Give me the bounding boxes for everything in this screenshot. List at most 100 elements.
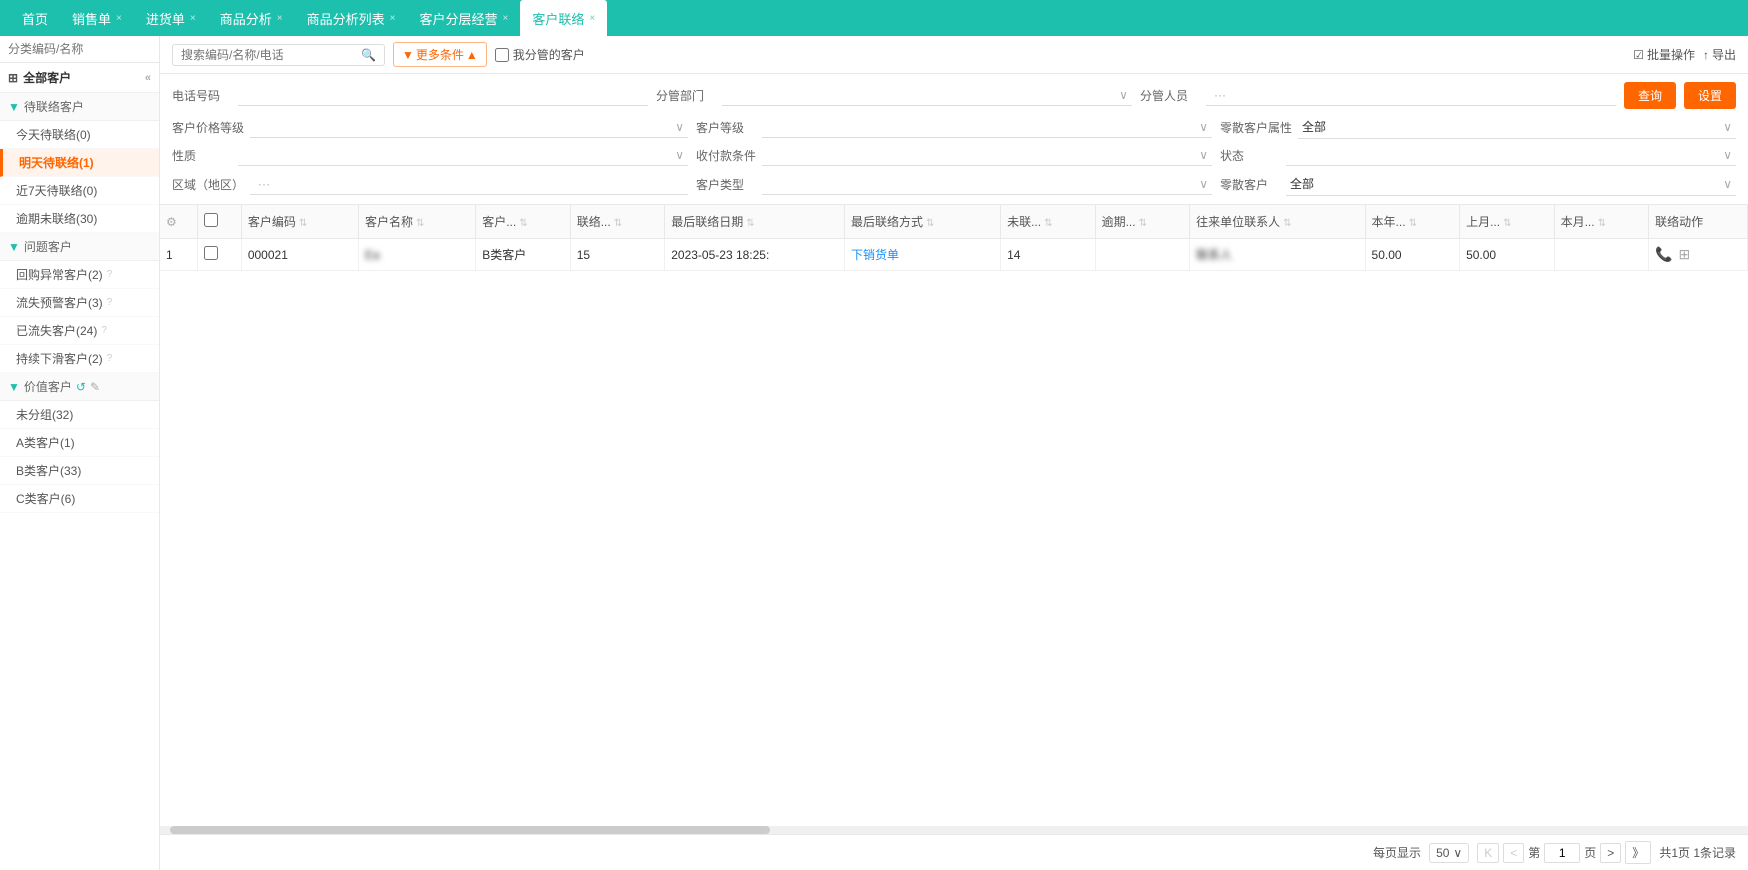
col-this-month[interactable]: 本月...⇅ [1554,205,1649,239]
retail-customer-select[interactable]: 全部 ∨ [1286,172,1736,196]
reset-button[interactable]: 设置 [1684,82,1736,109]
nav-purchase[interactable]: 进货单 × [134,0,208,36]
item-label: 未分组(32) [16,406,73,423]
help-icon[interactable]: ? [107,269,113,280]
more-icon[interactable]: ··· [1214,88,1226,102]
retail-customer-value: 全部 [1290,175,1314,192]
my-customers-input[interactable] [495,48,509,62]
col-contacts[interactable]: 联络...⇅ [570,205,665,239]
col-no-contact[interactable]: 未联...⇅ [1001,205,1096,239]
export-icon: ↑ [1703,48,1709,62]
group-problem-customers[interactable]: ▼ 问题客户 [0,233,159,261]
help-icon[interactable]: ? [107,297,113,308]
gender-select[interactable]: ∨ [238,145,688,166]
price-level-select[interactable]: ∨ [250,117,688,138]
sidebar-item-7days-contact[interactable]: 近7天待联络(0) [0,177,159,205]
sidebar-item-churned[interactable]: 已流失客户(24) ? [0,317,159,345]
col-code[interactable]: 客户编码⇅ [241,205,358,239]
collapse-icon[interactable]: « [145,72,151,84]
col-type[interactable]: 客户...⇅ [476,205,571,239]
page-size-select[interactable]: 50 ∨ [1429,843,1469,863]
help-icon[interactable]: ? [107,353,113,364]
area-select[interactable]: ··· [250,174,688,195]
close-icon[interactable]: × [277,13,283,24]
col-this-year[interactable]: 本年...⇅ [1365,205,1460,239]
phone-action-icon[interactable]: 📞 [1655,246,1672,263]
col-last-contact-method[interactable]: 最后联络方式⇅ [845,205,1001,239]
search-icon[interactable]: 🔍 [361,48,376,62]
more-icon[interactable]: ··· [258,177,270,191]
gear-icon[interactable]: ⚙ [166,215,177,229]
unit-contact-blurred: 联系人 [1196,248,1232,262]
prev-page-btn[interactable]: < [1503,843,1524,863]
sidebar-item-class-a[interactable]: A类客户(1) [0,429,159,457]
col-overdue[interactable]: 逾期...⇅ [1095,205,1190,239]
refresh-icon[interactable]: ↺ [76,380,86,394]
col-last-contact-date[interactable]: 最后联络日期⇅ [665,205,845,239]
group-value-customers[interactable]: ▼ 价值客户 ↺ ✎ [0,373,159,401]
sidebar-search-input[interactable] [8,42,160,56]
toggle-icon: ▼ [8,240,20,254]
sidebar-item-class-c[interactable]: C类客户(6) [0,485,159,513]
my-customers-checkbox[interactable]: 我分管的客户 [495,46,585,63]
next-page-btn[interactable]: > [1600,843,1621,863]
customer-name-blurred: Ea [365,248,380,262]
nav-home[interactable]: 首页 [10,0,60,36]
col-last-month[interactable]: 上月...⇅ [1460,205,1555,239]
help-icon[interactable]: ? [101,325,107,336]
sidebar-all-customers[interactable]: ⊞ 全部客户 « [0,63,159,93]
batch-op-btn[interactable]: ☑ 批量操作 [1633,46,1695,63]
sidebar-item-class-b[interactable]: B类客户(33) [0,457,159,485]
more-action-icon[interactable]: ⊞ [1679,246,1691,263]
nav-product-analysis[interactable]: 商品分析 × [208,0,295,36]
item-label: 近7天待联络(0) [16,182,97,199]
more-conditions-btn[interactable]: ▼ 更多条件 ▲ [393,42,487,67]
group-label: 问题客户 [24,238,72,255]
customer-level-select[interactable]: ∨ [762,117,1212,138]
table-footer: 每页显示 50 ∨ K < 第 页 > 》 共1页 1条记录 [160,834,1748,870]
sidebar-item-churn-warning[interactable]: 流失预警客户(3) ? [0,289,159,317]
page-number-input[interactable] [1544,843,1580,863]
sort-icon: ⇅ [746,218,754,229]
sidebar-item-tomorrow-contact[interactable]: 明天待联络(1) [0,149,159,177]
nav-sales[interactable]: 销售单 × [60,0,134,36]
filter-payment: 收付款条件 ∨ [696,145,1212,166]
select-all-checkbox[interactable] [204,213,218,227]
close-icon[interactable]: × [190,13,196,24]
sidebar-item-declining[interactable]: 持续下滑客户(2) ? [0,345,159,373]
close-icon[interactable]: × [502,13,508,24]
search-input[interactable] [181,48,361,62]
nav-product-analysis-list[interactable]: 商品分析列表 × [295,0,408,36]
close-icon[interactable]: × [390,13,396,24]
export-btn[interactable]: ↑ 导出 [1703,46,1736,63]
sort-icon: ⇅ [1044,218,1052,229]
col-unit-contact[interactable]: 往来单位联系人⇅ [1190,205,1365,239]
sidebar-item-today-contact[interactable]: 今天待联络(0) [0,121,159,149]
horizontal-scrollbar[interactable] [160,826,1748,834]
col-last-month-label: 上月... [1466,215,1500,229]
retail-attr-select[interactable]: 全部 ∨ [1298,115,1736,139]
last-method-link[interactable]: 下销货单 [851,248,899,262]
close-icon[interactable]: × [589,13,595,24]
dept-select[interactable]: ∨ [722,85,1132,106]
customer-type-select[interactable]: ∨ [762,174,1212,195]
group-pending-contact[interactable]: ▼ 待联络客户 [0,93,159,121]
row-checkbox[interactable] [204,246,218,260]
status-select[interactable]: ∨ [1286,145,1736,166]
sidebar-item-overdue-contact[interactable]: 逾期未联络(30) [0,205,159,233]
first-page-btn[interactable]: K [1477,843,1499,863]
query-button[interactable]: 查询 [1624,82,1676,109]
phone-input[interactable] [238,85,648,106]
sidebar-item-ungrouped[interactable]: 未分组(32) [0,401,159,429]
col-name[interactable]: 客户名称⇅ [359,205,476,239]
manager-select[interactable]: ··· [1206,85,1616,106]
nav-customer-tier[interactable]: 客户分层经营 × [407,0,520,36]
payment-select[interactable]: ∨ [762,145,1212,166]
last-page-btn[interactable]: 》 [1625,841,1651,864]
sidebar-item-abnormal-repurchase[interactable]: 回购异常客户(2) ? [0,261,159,289]
edit-icon[interactable]: ✎ [90,380,100,394]
chevron-down-icon: ∨ [1723,177,1732,191]
close-icon[interactable]: × [116,13,122,24]
scrollbar-thumb[interactable] [170,826,770,834]
nav-customer-contact[interactable]: 客户联络 × [520,0,607,36]
